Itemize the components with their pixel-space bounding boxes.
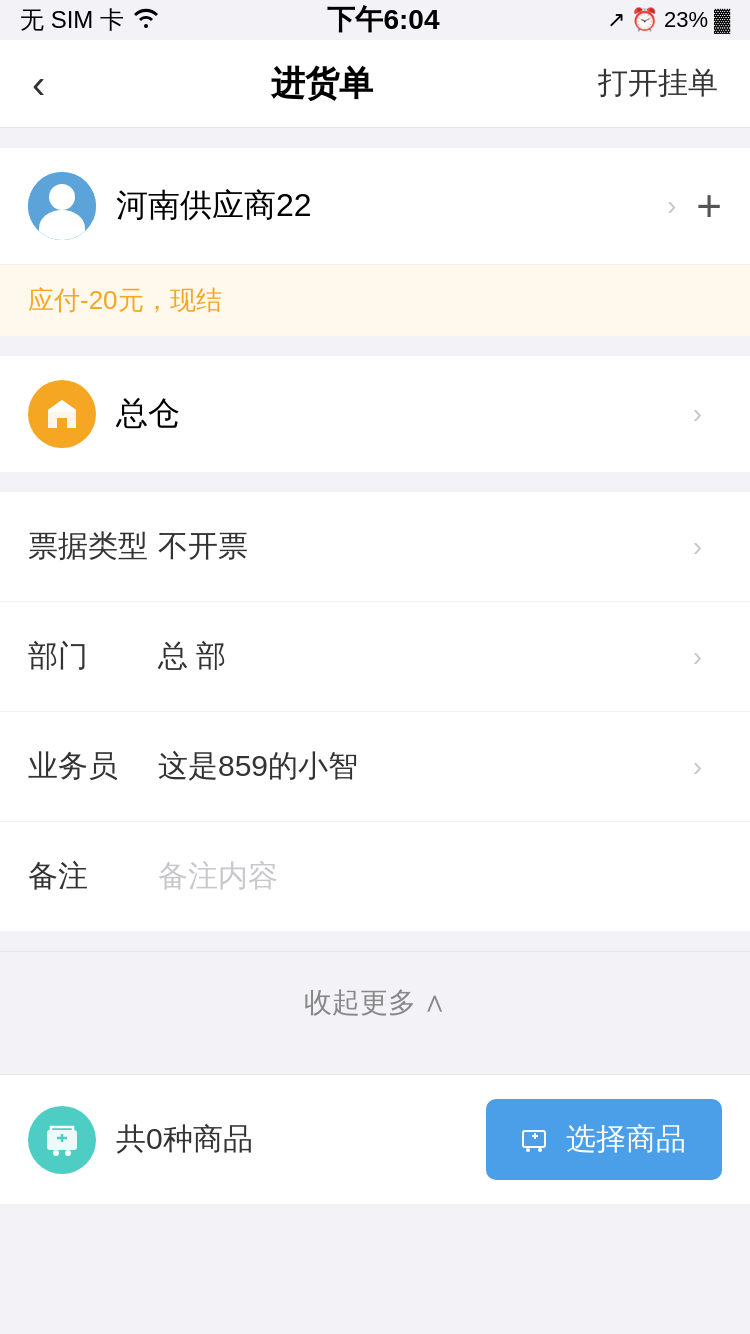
remark-row[interactable]: 备注 备注内容 — [0, 822, 750, 931]
product-count: 共0种商品 — [116, 1119, 486, 1160]
department-label: 部门 — [28, 636, 158, 677]
carrier-label: 无 SIM 卡 — [20, 4, 124, 36]
status-time: 下午6:04 — [327, 1, 439, 39]
body-fill — [0, 1224, 750, 1334]
nav-bar: ‹ 进货单 打开挂单 — [0, 40, 750, 128]
page-title: 进货单 — [271, 61, 373, 107]
product-section: 共0种商品 选择商品 — [0, 1074, 750, 1204]
invoice-type-value: 不开票 — [158, 526, 693, 567]
invoice-type-label: 票据类型 — [28, 526, 158, 567]
location-icon: ↗ — [607, 7, 625, 33]
supplier-avatar — [28, 172, 96, 240]
salesperson-row[interactable]: 业务员 这是859的小智 › — [0, 712, 750, 822]
avatar-person-icon — [28, 172, 96, 240]
product-cart-icon — [43, 1122, 81, 1158]
wifi-icon — [132, 6, 160, 34]
warehouse-icon — [44, 396, 80, 432]
supplier-chevron-icon: › — [667, 190, 676, 222]
svg-point-3 — [65, 1150, 71, 1156]
warehouse-icon-wrap — [28, 380, 96, 448]
invoice-type-chevron-icon: › — [693, 531, 702, 563]
open-pending-button[interactable]: 打开挂单 — [598, 63, 718, 104]
collapse-row[interactable]: 收起更多 ∧ — [0, 951, 750, 1054]
salesperson-label: 业务员 — [28, 746, 158, 787]
supplier-section: 河南供应商22 › + 应付-20元，现结 — [0, 148, 750, 336]
warehouse-name: 总仓 — [116, 392, 693, 436]
remark-input[interactable]: 备注内容 — [158, 856, 722, 897]
svg-point-2 — [53, 1150, 59, 1156]
invoice-type-row[interactable]: 票据类型 不开票 › — [0, 492, 750, 602]
collapse-label: 收起更多 ∧ — [304, 987, 447, 1018]
select-product-button[interactable]: 选择商品 — [486, 1099, 722, 1180]
back-button[interactable]: ‹ — [32, 64, 45, 104]
product-icon-wrap — [28, 1106, 96, 1174]
svg-rect-0 — [57, 418, 67, 428]
department-chevron-icon: › — [693, 641, 702, 673]
warehouse-section: 总仓 › — [0, 356, 750, 472]
status-left: 无 SIM 卡 — [20, 4, 160, 36]
add-supplier-button[interactable]: + — [696, 184, 722, 228]
warehouse-chevron-icon: › — [693, 398, 702, 430]
select-product-label: 选择商品 — [566, 1119, 686, 1160]
supplier-name: 河南供应商22 — [116, 184, 667, 228]
salesperson-chevron-icon: › — [693, 751, 702, 783]
department-value: 总 部 — [158, 636, 693, 677]
battery-label: 23% — [664, 7, 708, 33]
status-right: ↗ ⏰ 23% ▓ — [607, 7, 730, 33]
svg-point-5 — [526, 1148, 530, 1152]
warehouse-row[interactable]: 总仓 › — [0, 356, 750, 472]
remark-label: 备注 — [28, 856, 158, 897]
product-bar: 共0种商品 选择商品 — [0, 1074, 750, 1204]
select-product-icon — [522, 1126, 554, 1154]
svg-point-6 — [538, 1148, 542, 1152]
supplier-row[interactable]: 河南供应商22 › + — [0, 148, 750, 265]
notice-bar: 应付-20元，现结 — [0, 265, 750, 336]
form-section: 票据类型 不开票 › 部门 总 部 › 业务员 这是859的小智 › 备注 备注… — [0, 492, 750, 931]
battery-icon: ▓ — [714, 7, 730, 33]
salesperson-value: 这是859的小智 — [158, 746, 693, 787]
spacer-top — [0, 128, 750, 148]
alarm-icon: ⏰ — [631, 7, 658, 33]
department-row[interactable]: 部门 总 部 › — [0, 602, 750, 712]
status-bar: 无 SIM 卡 下午6:04 ↗ ⏰ 23% ▓ — [0, 0, 750, 40]
